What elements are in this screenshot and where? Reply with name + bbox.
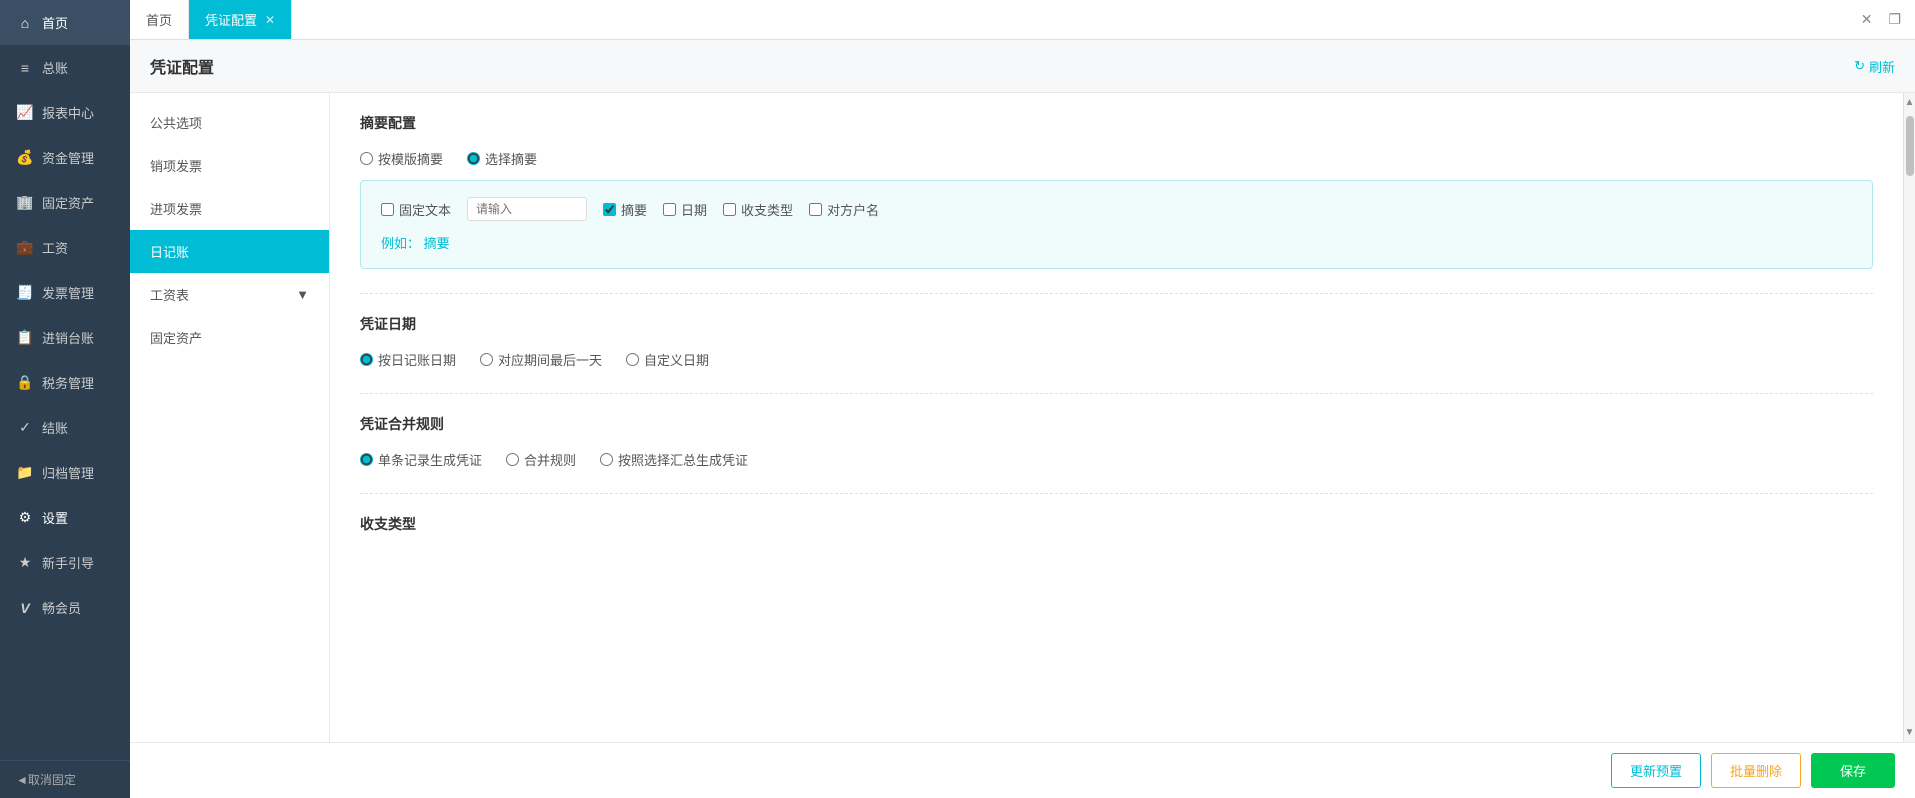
- sidebar-item-settings[interactable]: ⚙ 设置: [0, 495, 130, 540]
- sidebar: ⌂ 首页 ≡ 总账 📈 报表中心 💰 资金管理 🏢 固定资产 💼 工资 🧾 发票…: [0, 0, 130, 798]
- sidebar-item-closing[interactable]: ✓ 结账: [0, 405, 130, 450]
- sidebar-item-ledger[interactable]: ≡ 总账: [0, 45, 130, 90]
- sidebar-item-sales[interactable]: 📋 进销台账: [0, 315, 130, 360]
- home-icon: ⌂: [16, 15, 34, 31]
- radio-journal-date[interactable]: 按日记账日期: [360, 350, 456, 369]
- batch-delete-button[interactable]: 批量删除: [1711, 753, 1801, 788]
- checkbox-fixed-text[interactable]: 固定文本: [381, 200, 451, 219]
- page-header: 凭证配置 ↻ 刷新: [130, 40, 1915, 93]
- radio-single-record[interactable]: 单条记录生成凭证: [360, 450, 482, 469]
- left-nav-public[interactable]: 公共选项: [130, 101, 329, 144]
- tab-voucher[interactable]: 凭证配置 ✕: [189, 0, 292, 39]
- page-title: 凭证配置: [150, 54, 214, 78]
- left-nav-payroll[interactable]: 工资表 ▼: [130, 273, 329, 316]
- left-nav-journal[interactable]: 日记账: [130, 230, 329, 273]
- voucher-merge-section: 凭证合并规则 单条记录生成凭证 合并规则: [360, 414, 1873, 494]
- update-preview-button[interactable]: 更新预置: [1611, 753, 1701, 788]
- refresh-icon: ↻: [1854, 58, 1865, 74]
- income-type-title: 收支类型: [360, 514, 1873, 534]
- income-type-section: 收支类型: [360, 514, 1873, 574]
- chevron-down-icon: ▼: [296, 287, 309, 302]
- invoice-icon: 🧾: [16, 284, 34, 301]
- left-nav: 公共选项 销项发票 进项发票 日记账 工资表 ▼ 固定资产: [130, 93, 330, 742]
- summary-radio-group: 按模版摘要 选择摘要: [360, 149, 1873, 168]
- save-button[interactable]: 保存: [1811, 753, 1895, 788]
- member-icon: V: [16, 600, 34, 616]
- salary-icon: 💼: [16, 239, 34, 256]
- settings-icon: ⚙: [16, 509, 34, 526]
- sidebar-item-tax[interactable]: 🔒 税务管理: [0, 360, 130, 405]
- summary-config-box: 固定文本 摘要 日期: [360, 180, 1873, 269]
- sidebar-item-assets[interactable]: 🏢 固定资产: [0, 180, 130, 225]
- checkbox-counterpart[interactable]: 对方户名: [809, 200, 879, 219]
- checkbox-summary[interactable]: 摘要: [603, 200, 647, 219]
- sidebar-item-archive[interactable]: 📁 归档管理: [0, 450, 130, 495]
- fixed-text-input[interactable]: [467, 197, 587, 221]
- report-icon: 📈: [16, 104, 34, 121]
- guide-icon: ★: [16, 554, 34, 571]
- tab-home[interactable]: 首页: [130, 0, 189, 39]
- tab-bar-actions: ✕ ❐: [1857, 7, 1915, 32]
- main-area: 首页 凭证配置 ✕ ✕ ❐ 凭证配置 ↻ 刷新 公共选项: [130, 0, 1915, 798]
- radio-by-select[interactable]: 按照选择汇总生成凭证: [600, 450, 748, 469]
- checkbox-date[interactable]: 日期: [663, 200, 707, 219]
- sales-icon: 📋: [16, 329, 34, 346]
- sidebar-item-member[interactable]: V 畅会员: [0, 585, 130, 630]
- sidebar-item-salary[interactable]: 💼 工资: [0, 225, 130, 270]
- left-nav-purchase-invoice[interactable]: 进项发票: [130, 187, 329, 230]
- content-area: 凭证配置 ↻ 刷新 公共选项 销项发票 进项发票 日记账: [130, 40, 1915, 798]
- archive-icon: 📁: [16, 464, 34, 481]
- tab-close-icon[interactable]: ✕: [265, 13, 275, 27]
- sidebar-item-guide[interactable]: ★ 新手引导: [0, 540, 130, 585]
- left-nav-sales-invoice[interactable]: 销项发票: [130, 144, 329, 187]
- sidebar-item-home[interactable]: ⌂ 首页: [0, 0, 130, 45]
- sidebar-unpin[interactable]: ◄取消固定: [0, 760, 130, 798]
- bottom-action-bar: 更新预置 批量删除 保存: [130, 742, 1915, 798]
- tax-icon: 🔒: [16, 374, 34, 391]
- radio-select-summary[interactable]: 选择摘要: [467, 149, 537, 168]
- scroll-thumb[interactable]: [1906, 116, 1914, 176]
- ledger-icon: ≡: [16, 60, 34, 76]
- voucher-date-title: 凭证日期: [360, 314, 1873, 334]
- radio-custom-date[interactable]: 自定义日期: [626, 350, 709, 369]
- example-text: 例如： 摘要: [381, 233, 1852, 252]
- right-content: 摘要配置 按模版摘要 选择摘要: [330, 93, 1903, 742]
- summary-config-title: 摘要配置: [360, 113, 1873, 133]
- voucher-merge-radio-group: 单条记录生成凭证 合并规则 按照选择汇总生成凭证: [360, 450, 1873, 469]
- capital-icon: 💰: [16, 149, 34, 166]
- radio-template-summary[interactable]: 按模版摘要: [360, 149, 443, 168]
- two-col-layout: 公共选项 销项发票 进项发票 日记账 工资表 ▼ 固定资产: [130, 93, 1915, 742]
- sidebar-item-report[interactable]: 📈 报表中心: [0, 90, 130, 135]
- summary-config-section: 摘要配置 按模版摘要 选择摘要: [360, 113, 1873, 294]
- radio-merge-rule[interactable]: 合并规则: [506, 450, 576, 469]
- window-restore-icon[interactable]: ❐: [1884, 7, 1905, 32]
- tab-bar: 首页 凭证配置 ✕ ✕ ❐: [130, 0, 1915, 40]
- window-close-icon[interactable]: ✕: [1857, 7, 1877, 32]
- scroll-rail: ▲ ▼: [1903, 93, 1915, 742]
- checkbox-income-type[interactable]: 收支类型: [723, 200, 793, 219]
- radio-last-day[interactable]: 对应期间最后一天: [480, 350, 602, 369]
- voucher-merge-title: 凭证合并规则: [360, 414, 1873, 434]
- assets-icon: 🏢: [16, 194, 34, 211]
- voucher-date-section: 凭证日期 按日记账日期 对应期间最后一天: [360, 314, 1873, 394]
- left-nav-fixed-assets[interactable]: 固定资产: [130, 316, 329, 359]
- voucher-date-radio-group: 按日记账日期 对应期间最后一天 自定义日期: [360, 350, 1873, 369]
- sidebar-item-capital[interactable]: 💰 资金管理: [0, 135, 130, 180]
- refresh-button[interactable]: ↻ 刷新: [1854, 57, 1895, 76]
- summary-checkbox-row: 固定文本 摘要 日期: [381, 197, 1852, 221]
- sidebar-item-invoice[interactable]: 🧾 发票管理: [0, 270, 130, 315]
- closing-icon: ✓: [16, 419, 34, 436]
